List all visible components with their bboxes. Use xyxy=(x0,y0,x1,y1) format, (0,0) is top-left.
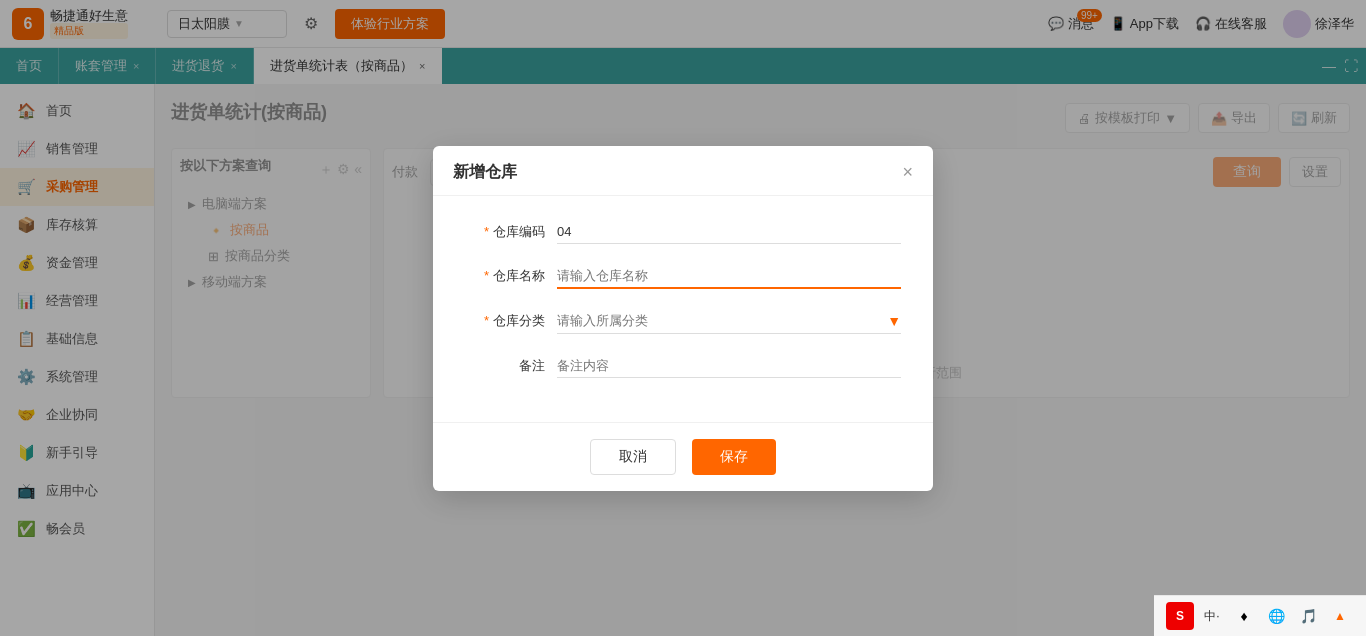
category-input[interactable] xyxy=(557,313,887,328)
modal-close-button[interactable]: × xyxy=(902,162,913,183)
required-mark-code: * xyxy=(484,224,489,239)
required-mark-category: * xyxy=(484,313,489,328)
name-input[interactable] xyxy=(557,264,901,289)
network-icon[interactable]: 🌐 xyxy=(1262,602,1290,630)
form-row-category: *仓库分类 ▼ xyxy=(465,309,901,334)
category-select-row[interactable]: ▼ xyxy=(557,309,901,334)
form-row-note: 备注 xyxy=(465,354,901,378)
note-label: 备注 xyxy=(465,357,545,375)
new-warehouse-modal: 新增仓库 × *仓库编码 *仓库名称 *仓库分类 xyxy=(433,146,933,491)
modal-footer: 取消 保存 xyxy=(433,422,933,491)
sougou-icon[interactable]: S xyxy=(1166,602,1194,630)
note-input[interactable] xyxy=(557,354,901,378)
modal-header: 新增仓库 × xyxy=(433,146,933,196)
punctuation-icon[interactable]: ♦ xyxy=(1230,602,1258,630)
cancel-button[interactable]: 取消 xyxy=(590,439,676,475)
category-label: *仓库分类 xyxy=(465,312,545,330)
category-dropdown-icon: ▼ xyxy=(887,313,901,329)
chinese-mode-icon[interactable]: 中· xyxy=(1198,602,1226,630)
bottom-bar: S 中· ♦ 🌐 🎵 ▲ xyxy=(1154,595,1366,636)
form-row-code: *仓库编码 xyxy=(465,220,901,244)
required-mark-name: * xyxy=(484,268,489,283)
modal-title: 新增仓库 xyxy=(453,162,517,183)
modal-body: *仓库编码 *仓库名称 *仓库分类 ▼ xyxy=(433,196,933,422)
toolbar-icon[interactable]: ▲ xyxy=(1326,602,1354,630)
name-label: *仓库名称 xyxy=(465,267,545,285)
save-button[interactable]: 保存 xyxy=(692,439,776,475)
form-row-name: *仓库名称 xyxy=(465,264,901,289)
code-label: *仓库编码 xyxy=(465,223,545,241)
audio-icon[interactable]: 🎵 xyxy=(1294,602,1322,630)
code-input[interactable] xyxy=(557,220,901,244)
modal-backdrop: 新增仓库 × *仓库编码 *仓库名称 *仓库分类 xyxy=(0,0,1366,636)
